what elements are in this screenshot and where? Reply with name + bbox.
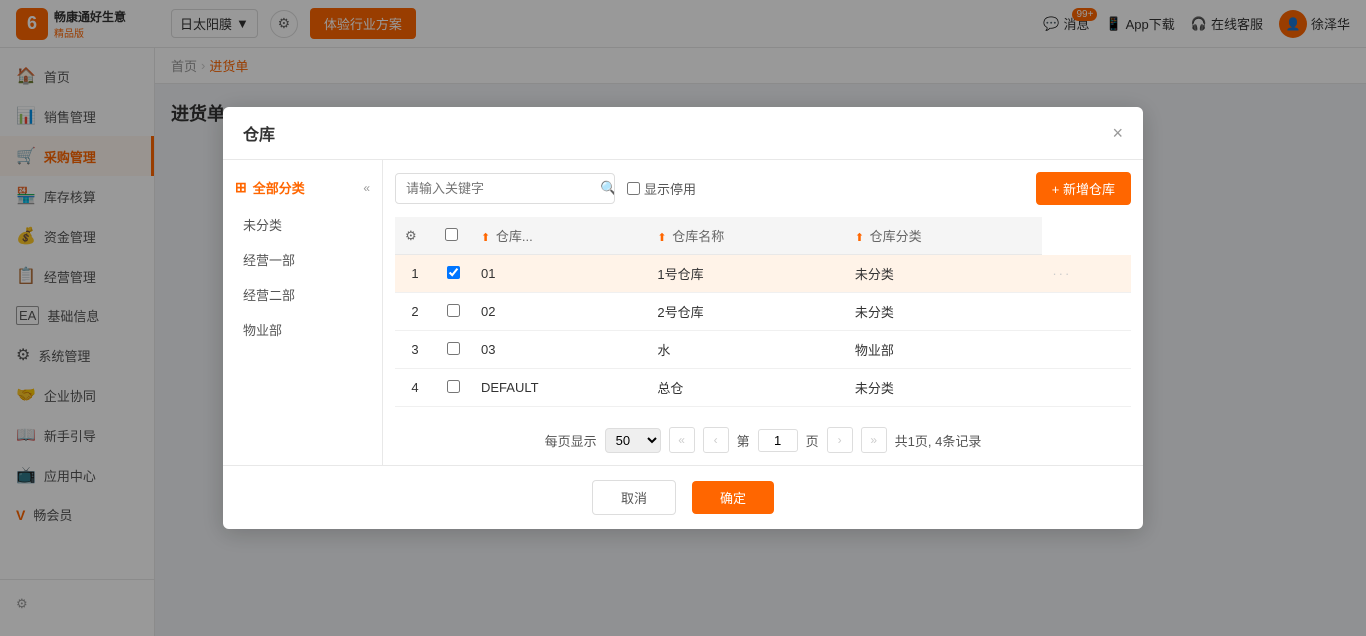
table-row[interactable]: 3 03 水 物业部 — [395, 331, 1131, 369]
gear-header-icon: ⚙ — [405, 228, 417, 243]
th-settings: ⚙ — [395, 217, 435, 255]
row-category: 未分类 — [845, 293, 1042, 331]
modal-close-button[interactable]: × — [1112, 123, 1123, 144]
row-checkbox[interactable] — [435, 255, 471, 293]
row-code: 02 — [471, 293, 647, 331]
th-checkbox — [435, 217, 471, 255]
modal-body: ⊞ 全部分类 « 未分类 经营一部 经营二部 物业部 🔍 — [223, 160, 1143, 465]
table-row[interactable]: 2 02 2号仓库 未分类 — [395, 293, 1131, 331]
modal-overlay: 仓库 × ⊞ 全部分类 « 未分类 经营一部 经营二部 物业部 — [0, 0, 1366, 636]
table-row[interactable]: 4 DEFAULT 总仓 未分类 — [395, 369, 1131, 407]
category-item-property[interactable]: 物业部 — [223, 312, 382, 347]
row-index: 1 — [395, 255, 435, 293]
category-panel: ⊞ 全部分类 « 未分类 经营一部 经营二部 物业部 — [223, 160, 383, 465]
th-category-label: 仓库分类 — [870, 229, 922, 244]
warehouse-modal: 仓库 × ⊞ 全部分类 « 未分类 经营一部 经营二部 物业部 — [223, 107, 1143, 529]
row-index: 4 — [395, 369, 435, 407]
next-page-button[interactable]: › — [827, 427, 853, 453]
row-category: 未分类 — [845, 369, 1042, 407]
sort-icon-category: ⬆ — [855, 232, 864, 244]
grid-icon: ⊞ — [235, 179, 247, 196]
modal-title: 仓库 — [243, 121, 275, 145]
show-disabled-checkbox[interactable] — [627, 182, 640, 195]
th-code-label: 仓库... — [496, 229, 533, 244]
row-name: 2号仓库 — [647, 293, 844, 331]
page-suffix: 页 — [806, 431, 819, 450]
row-more[interactable]: ··· — [1042, 255, 1131, 293]
table-row[interactable]: 1 01 1号仓库 未分类··· — [395, 255, 1131, 293]
row-category: 未分类 — [845, 255, 1042, 293]
row-name: 总仓 — [647, 369, 844, 407]
cancel-button[interactable]: 取消 — [592, 480, 676, 515]
confirm-button[interactable]: 确定 — [692, 481, 774, 514]
table-panel: 🔍 显示停用 + 新增仓库 ⚙ — [383, 160, 1143, 465]
category-item-ops2[interactable]: 经营二部 — [223, 277, 382, 312]
row-category: 物业部 — [845, 331, 1042, 369]
row-checkbox[interactable] — [435, 369, 471, 407]
all-categories-label: 全部分类 — [253, 178, 305, 197]
collapse-icon[interactable]: « — [363, 181, 370, 195]
prev-page-button[interactable]: ‹ — [703, 427, 729, 453]
row-index: 3 — [395, 331, 435, 369]
select-all-checkbox[interactable] — [445, 228, 458, 241]
modal-footer: 取消 确定 — [223, 465, 1143, 529]
search-box: 🔍 — [395, 173, 615, 204]
category-item-uncategorized[interactable]: 未分类 — [223, 207, 382, 242]
sort-icon-name: ⬆ — [657, 232, 666, 244]
row-name: 水 — [647, 331, 844, 369]
row-more — [1042, 293, 1131, 331]
modal-header: 仓库 × — [223, 107, 1143, 160]
search-button[interactable]: 🔍 — [592, 174, 615, 203]
sort-icon-code: ⬆ — [481, 232, 490, 244]
category-header: ⊞ 全部分类 « — [223, 172, 382, 203]
row-code: 03 — [471, 331, 647, 369]
total-info: 共1页, 4条记录 — [895, 431, 982, 450]
table-body: 1 01 1号仓库 未分类··· 2 02 2号仓库 未分类 3 03 水 物业… — [395, 255, 1131, 407]
table-toolbar: 🔍 显示停用 + 新增仓库 — [395, 172, 1131, 205]
category-item-ops1[interactable]: 经营一部 — [223, 242, 382, 277]
show-disabled-label[interactable]: 显示停用 — [627, 179, 696, 198]
per-page-label: 每页显示 — [545, 431, 597, 450]
search-input[interactable] — [396, 175, 592, 202]
row-more — [1042, 331, 1131, 369]
th-code: ⬆ 仓库... — [471, 217, 647, 255]
row-name: 1号仓库 — [647, 255, 844, 293]
page-number-input[interactable] — [758, 429, 798, 452]
row-checkbox[interactable] — [435, 293, 471, 331]
row-code: 01 — [471, 255, 647, 293]
warehouse-table: ⚙ ⬆ 仓库... ⬆ 仓库名称 — [395, 217, 1131, 407]
row-checkbox[interactable] — [435, 331, 471, 369]
row-more — [1042, 369, 1131, 407]
per-page-select[interactable]: 50 10 20 100 — [605, 428, 661, 453]
th-name: ⬆ 仓库名称 — [647, 217, 844, 255]
table-header: ⚙ ⬆ 仓库... ⬆ 仓库名称 — [395, 217, 1131, 255]
row-index: 2 — [395, 293, 435, 331]
last-page-button[interactable]: » — [861, 427, 887, 453]
row-code: DEFAULT — [471, 369, 647, 407]
th-name-label: 仓库名称 — [672, 229, 724, 244]
show-disabled-text: 显示停用 — [644, 179, 696, 198]
first-page-button[interactable]: « — [669, 427, 695, 453]
new-warehouse-button[interactable]: + 新增仓库 — [1036, 172, 1131, 205]
pagination-bar: 每页显示 50 10 20 100 « ‹ 第 页 › » 共1页, 4条记录 — [395, 419, 1131, 453]
all-categories-button[interactable]: ⊞ 全部分类 — [235, 178, 305, 197]
th-category: ⬆ 仓库分类 — [845, 217, 1042, 255]
page-label: 第 — [737, 431, 750, 450]
